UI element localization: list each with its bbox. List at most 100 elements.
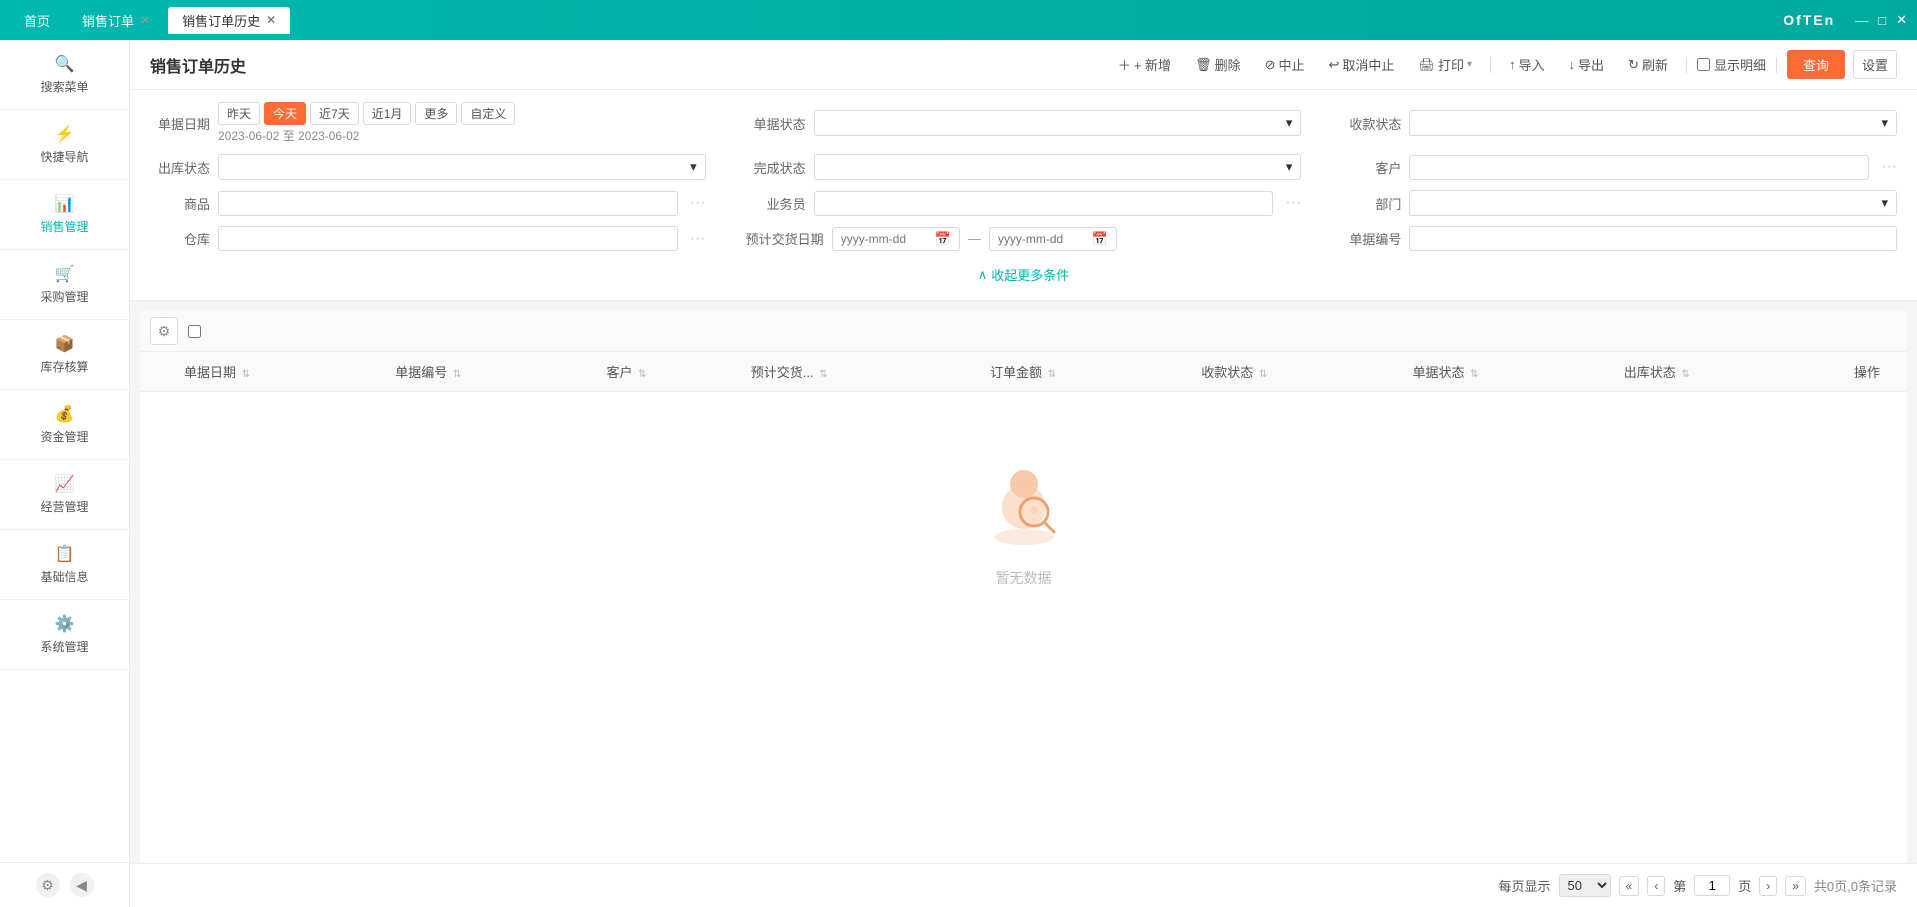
sidebar-label-basic-info: 基础信息: [40, 568, 88, 585]
select-all-checkbox[interactable]: [188, 325, 201, 338]
th-delivery-status[interactable]: 出库状态 ⇅: [1616, 352, 1827, 392]
doc-status-select[interactable]: ▾: [814, 110, 1302, 136]
refresh-icon: ↻: [1628, 57, 1639, 73]
sidebar-label-business-mgmt: 经营管理: [40, 498, 88, 515]
delivery-status-select[interactable]: ▾: [218, 154, 706, 180]
display-columns-checkbox[interactable]: [1697, 58, 1710, 71]
window-close[interactable]: ✕: [1896, 12, 1907, 28]
warehouse-label: 仓库: [150, 229, 210, 248]
th-doc-date[interactable]: 单据日期 ⇅: [176, 352, 387, 392]
sidebar-item-purchase-mgmt[interactable]: 🛒 采购管理: [0, 250, 129, 320]
stop-button[interactable]: ⊘ 中止: [1257, 51, 1313, 78]
filter-department: 部门 ▾: [1341, 190, 1897, 216]
salesperson-dots-icon[interactable]: ···: [1285, 194, 1301, 212]
date-btn-yesterday[interactable]: 昨天: [218, 102, 260, 125]
delivery-status-arrow: ▾: [690, 159, 697, 175]
completion-status-select[interactable]: ▾: [814, 154, 1302, 180]
cancel-stop-button[interactable]: ↩ 取消中止: [1321, 51, 1403, 78]
sidebar-item-quick-nav[interactable]: ⚡ 快捷导航: [0, 110, 129, 180]
next-page-btn[interactable]: ›: [1759, 876, 1777, 896]
data-table: 单据日期 ⇅ 单据编号 ⇅ 客户 ⇅: [140, 352, 1907, 392]
sidebar-label-purchase-mgmt: 采购管理: [40, 288, 88, 305]
sidebar-item-sales-mgmt[interactable]: 📊 销售管理: [0, 180, 129, 250]
print-button[interactable]: 🖨 打印 ▾: [1410, 51, 1480, 78]
warehouse-dots-icon[interactable]: ···: [690, 230, 706, 248]
sidebar-settings-icon[interactable]: ⚙: [36, 873, 60, 897]
date-btn-last7[interactable]: 近7天: [310, 102, 359, 125]
sidebar-item-inventory-check[interactable]: 📦 库存核算: [0, 320, 129, 390]
th-customer[interactable]: 客户 ⇅: [599, 352, 743, 392]
th-payment-status[interactable]: 收款状态 ⇅: [1193, 352, 1404, 392]
window-maximize[interactable]: □: [1878, 13, 1886, 28]
customer-dots-icon[interactable]: ···: [1881, 158, 1897, 176]
filter-row-2: 出库状态 ▾ 完成状态 ▾ 客户 ···: [150, 154, 1897, 180]
th-actions: 操作: [1827, 352, 1907, 392]
doc-number-input[interactable]: [1409, 226, 1897, 251]
sidebar-label-search-menu: 搜索菜单: [40, 78, 88, 95]
product-label: 商品: [150, 194, 210, 213]
customer-input[interactable]: [1409, 155, 1869, 180]
department-arrow: ▾: [1881, 195, 1888, 211]
sidebar-label-quick-nav: 快捷导航: [40, 148, 88, 165]
window-minimize[interactable]: —: [1855, 13, 1868, 28]
th-expected-delivery[interactable]: 预计交货... ⇅: [743, 352, 982, 392]
date-btn-last1m[interactable]: 近1月: [363, 102, 412, 125]
expected-delivery-end-input[interactable]: [998, 232, 1088, 246]
system-mgmt-icon: ⚙️: [55, 614, 75, 634]
tab-home[interactable]: 首页: [10, 7, 64, 34]
first-page-btn[interactable]: «: [1619, 876, 1640, 896]
sidebar-collapse-icon[interactable]: ◀: [70, 873, 94, 897]
collapse-arrow-icon: ∧: [978, 267, 988, 283]
delete-button[interactable]: 🗑 删除: [1187, 51, 1249, 78]
refresh-button[interactable]: ↻ 刷新: [1620, 51, 1676, 78]
filter-payment-status: 收款状态 ▾: [1341, 110, 1897, 136]
th-doc-status[interactable]: 单据状态 ⇅: [1404, 352, 1615, 392]
settings-button[interactable]: 设置: [1853, 50, 1897, 79]
expected-delivery-end[interactable]: 📅: [989, 227, 1117, 251]
new-button[interactable]: ＋ + 新增: [1110, 51, 1179, 78]
prev-page-btn[interactable]: ‹: [1647, 876, 1665, 896]
sidebar-item-fund-mgmt[interactable]: 💰 资金管理: [0, 390, 129, 460]
display-columns-check[interactable]: 显示明细: [1697, 55, 1766, 74]
doc-status-label: 单据状态: [746, 114, 806, 133]
th-order-amount[interactable]: 订单金额 ⇅: [982, 352, 1193, 392]
salesperson-input[interactable]: [814, 191, 1274, 216]
sidebar-item-business-mgmt[interactable]: 📈 经营管理: [0, 460, 129, 530]
per-page-select[interactable]: 50 10 20 100: [1559, 874, 1611, 897]
export-button[interactable]: ↓ 导出: [1561, 51, 1613, 78]
date-btn-more[interactable]: 更多: [415, 102, 457, 125]
expected-delivery-start[interactable]: 📅: [832, 227, 960, 251]
calendar-end-icon[interactable]: 📅: [1092, 231, 1108, 247]
department-select[interactable]: ▾: [1409, 190, 1897, 216]
sort-customer-icon: ⇅: [638, 369, 646, 380]
expected-delivery-start-input[interactable]: [841, 232, 931, 246]
tab-sales-order-history[interactable]: 销售订单历史 ✕: [168, 7, 290, 34]
collapse-more-conditions[interactable]: ∧ 收起更多条件: [150, 261, 1897, 288]
product-input[interactable]: [218, 191, 678, 216]
payment-status-select[interactable]: ▾: [1409, 110, 1897, 136]
sidebar-label-system-mgmt: 系统管理: [40, 638, 88, 655]
sidebar-item-search-menu[interactable]: 🔍 搜索菜单: [0, 40, 129, 110]
query-button[interactable]: 查询: [1787, 50, 1845, 79]
page-input[interactable]: [1694, 875, 1730, 896]
content-area: 销售订单历史 ＋ + 新增 🗑 删除 ⊘ 中止 ↩ 取消中止: [130, 40, 1917, 907]
sidebar-item-system-mgmt[interactable]: ⚙️ 系统管理: [0, 600, 129, 670]
tab-sales-order[interactable]: 销售订单 ✕: [68, 7, 164, 34]
tab-sales-order-history-close[interactable]: ✕: [266, 13, 276, 27]
date-btn-custom[interactable]: 自定义: [461, 102, 515, 125]
import-button[interactable]: ↑ 导入: [1501, 51, 1553, 78]
basic-info-icon: 📋: [55, 544, 75, 564]
per-page-label: 每页显示: [1499, 876, 1551, 895]
product-dots-icon[interactable]: ···: [690, 194, 706, 212]
date-btn-today[interactable]: 今天: [264, 102, 306, 125]
filter-salesperson: 业务员 ···: [746, 191, 1302, 216]
sidebar-item-basic-info[interactable]: 📋 基础信息: [0, 530, 129, 600]
last-page-btn[interactable]: »: [1785, 876, 1806, 896]
calendar-start-icon[interactable]: 📅: [935, 231, 951, 247]
th-doc-number[interactable]: 单据编号 ⇅: [387, 352, 598, 392]
empty-state: 暂无数据: [140, 392, 1907, 648]
tab-sales-order-close[interactable]: ✕: [140, 13, 150, 27]
page-suffix: 页: [1738, 876, 1751, 895]
table-settings-btn[interactable]: ⚙: [150, 317, 178, 345]
warehouse-input[interactable]: [218, 226, 678, 251]
